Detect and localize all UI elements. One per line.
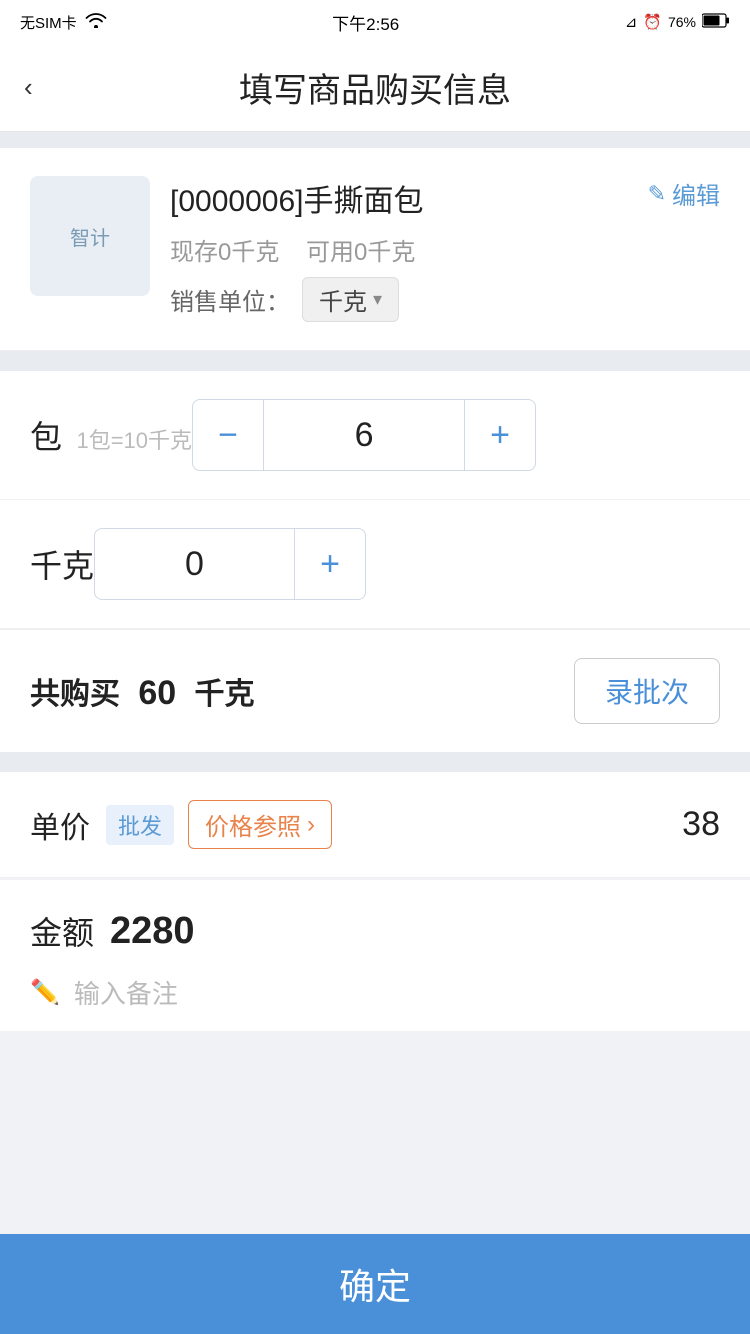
amount-value: 2280 <box>110 910 195 953</box>
nav-bar: ‹ 填写商品购买信息 <box>0 44 750 132</box>
pack-qty-control: − + <box>192 399 536 471</box>
carrier-label: 无SIM卡 <box>20 12 77 33</box>
confirm-label: 确定 <box>339 1258 411 1310</box>
price-ref-button[interactable]: 价格参照 › <box>188 800 332 849</box>
total-row: 共购买 60 千克 录批次 <box>0 629 750 752</box>
section-divider-2 <box>0 752 750 772</box>
alarm-icon: ⏰ <box>643 13 662 31</box>
unit-value: 千克 <box>319 282 367 317</box>
product-unit-row: 销售单位： 千克 ▾ <box>170 277 720 322</box>
location-icon: ⊿ <box>625 13 638 31</box>
battery-label: 76% <box>668 14 696 30</box>
status-right: ⊿ ⏰ 76% <box>625 13 730 31</box>
amount-row: 金额 2280 <box>30 908 720 954</box>
kg-qty-input[interactable] <box>94 528 294 600</box>
status-time: 下午2:56 <box>332 10 399 35</box>
pack-minus-button[interactable]: − <box>192 399 264 471</box>
total-amount: 60 <box>138 674 176 712</box>
product-name: [0000006]手撕面包 <box>170 176 720 220</box>
product-stock: 现存0千克 可用0千克 <box>170 232 720 267</box>
kg-plus-button[interactable]: + <box>294 528 366 600</box>
top-divider <box>0 132 750 148</box>
unit-label: 销售单位： <box>170 282 290 317</box>
status-bar: 无SIM卡 下午2:56 ⊿ ⏰ 76% <box>0 0 750 44</box>
price-ref-label: 价格参照 <box>205 807 301 842</box>
current-stock: 现存0千克 <box>170 239 279 266</box>
pack-sublabel: 1包=10千克 <box>76 428 192 453</box>
section-divider-1 <box>0 351 750 371</box>
unit-dropdown[interactable]: 千克 ▾ <box>302 277 399 322</box>
battery-icon <box>702 13 730 31</box>
dropdown-arrow: ▾ <box>373 289 382 310</box>
pack-label-group: 包 1包=10千克 <box>30 412 192 458</box>
price-value: 38 <box>682 805 720 844</box>
price-label: 单价 <box>30 803 90 847</box>
input-section: 包 1包=10千克 − + 千克 + <box>0 371 750 629</box>
pack-plus-button[interactable]: + <box>464 399 536 471</box>
price-row: 单价 批发 价格参照 › 38 <box>0 772 750 878</box>
page-title: 填写商品购买信息 <box>239 63 511 112</box>
available-stock: 可用0千克 <box>306 239 415 266</box>
kg-label-group: 千克 <box>30 541 94 587</box>
confirm-bar[interactable]: 确定 <box>0 1234 750 1334</box>
kg-label: 千克 <box>30 548 94 584</box>
pack-qty-input[interactable] <box>264 399 464 471</box>
remark-row[interactable]: ✏️ 输入备注 <box>30 974 720 1011</box>
edit-button[interactable]: ✎ 编辑 <box>648 176 720 211</box>
product-image-text: 智计 <box>70 222 110 251</box>
edit-icon: ✎ <box>648 181 666 207</box>
edit-label: 编辑 <box>672 176 720 211</box>
total-text: 共购买 60 千克 <box>30 669 255 713</box>
total-prefix: 共购买 <box>30 678 120 711</box>
price-ref-arrow: › <box>307 811 315 839</box>
wifi-icon <box>85 12 107 32</box>
amount-section: 金额 2280 ✏️ 输入备注 <box>0 880 750 1031</box>
batch-button[interactable]: 录批次 <box>574 658 720 724</box>
pack-row: 包 1包=10千克 − + <box>0 371 750 500</box>
price-section: 单价 批发 价格参照 › 38 <box>0 772 750 878</box>
product-info: [0000006]手撕面包 现存0千克 可用0千克 销售单位： 千克 ▾ <box>170 176 720 322</box>
kg-qty-control: + <box>94 528 366 600</box>
status-left: 无SIM卡 <box>20 12 107 33</box>
total-suffix: 千克 <box>195 678 255 711</box>
remark-placeholder: 输入备注 <box>74 974 178 1011</box>
back-button[interactable]: ‹ <box>24 72 33 103</box>
kg-row: 千克 + <box>0 500 750 629</box>
pack-label: 包 <box>30 419 62 455</box>
pencil-icon: ✏️ <box>30 978 60 1007</box>
amount-label: 金额 <box>30 908 94 954</box>
price-tag: 批发 <box>106 805 174 845</box>
product-image: 智计 <box>30 176 150 296</box>
product-card: 智计 [0000006]手撕面包 现存0千克 可用0千克 销售单位： 千克 ▾ … <box>0 148 750 351</box>
